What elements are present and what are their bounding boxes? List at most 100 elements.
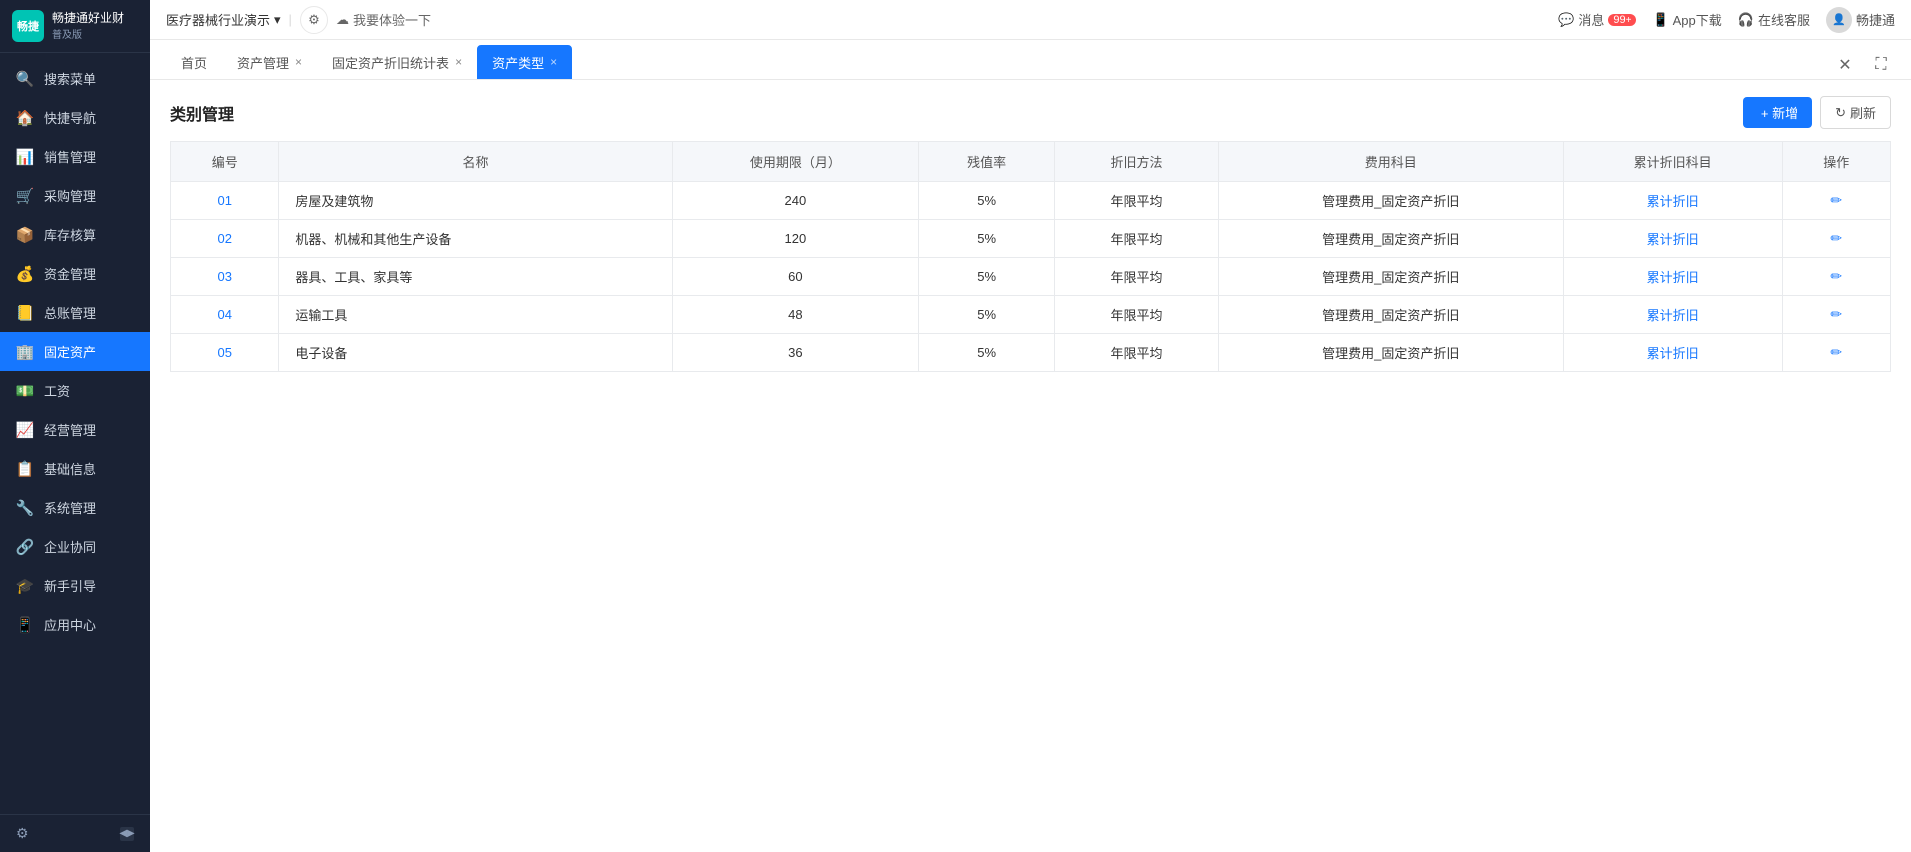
- nav-label-basic-info: 基础信息: [44, 459, 96, 478]
- sidebar-item-fixed-assets[interactable]: 🏢 固定资产: [0, 332, 150, 371]
- row-accumulated: 累计折旧: [1563, 258, 1782, 296]
- edit-icon[interactable]: ✏: [1830, 230, 1842, 246]
- sidebar-item-search[interactable]: 🔍 搜索菜单: [0, 59, 150, 98]
- tab-close-asset-mgmt[interactable]: ×: [295, 55, 302, 69]
- tab-close-asset-type[interactable]: ×: [550, 55, 557, 69]
- sidebar-item-system[interactable]: 🔧 系统管理: [0, 488, 150, 527]
- nav-icon-purchase: 🛒: [16, 187, 34, 205]
- nav-icon-app-center: 📱: [16, 616, 34, 634]
- nav-label-capital: 资金管理: [44, 264, 96, 283]
- th-累计折旧科目: 累计折旧科目: [1563, 142, 1782, 182]
- nav-label-payroll: 工资: [44, 381, 70, 400]
- collapse-icon[interactable]: ◀▶: [120, 827, 134, 841]
- row-operation[interactable]: ✏: [1782, 334, 1890, 372]
- tab-asset-type[interactable]: 资产类型×: [477, 45, 572, 79]
- refresh-button[interactable]: ↻ 刷新: [1820, 96, 1891, 129]
- table-head: 编号名称使用期限（月）残值率折旧方法费用科目累计折旧科目操作: [171, 142, 1891, 182]
- tab-label-home: 首页: [181, 53, 207, 72]
- nav-label-fixed-assets: 固定资产: [44, 342, 96, 361]
- tab-label-asset-mgmt: 资产管理: [237, 53, 289, 72]
- row-name: 机器、机械和其他生产设备: [279, 220, 672, 258]
- tab-asset-mgmt[interactable]: 资产管理 ×: [222, 45, 317, 79]
- row-method: 年限平均: [1055, 296, 1219, 334]
- tab-depreciation-table[interactable]: 固定资产折旧统计表 ×: [317, 45, 477, 79]
- topbar: 医疗器械行业演示 ▾ | ⚙ ☁ 我要体验一下 💬 消息 99+ 📱: [150, 0, 1911, 40]
- sidebar-item-operations[interactable]: 📈 经营管理: [0, 410, 150, 449]
- row-expense: 管理费用_固定资产折旧: [1218, 334, 1563, 372]
- th-折旧方法: 折旧方法: [1055, 142, 1219, 182]
- th-费用科目: 费用科目: [1218, 142, 1563, 182]
- tab-label-depreciation-table: 固定资产折旧统计表: [332, 53, 449, 72]
- message-action[interactable]: 💬 消息 99+: [1558, 10, 1636, 29]
- sidebar-item-purchase[interactable]: 🛒 采购管理: [0, 176, 150, 215]
- row-operation[interactable]: ✏: [1782, 296, 1890, 334]
- row-operation[interactable]: ✏: [1782, 258, 1890, 296]
- new-button[interactable]: + 新增: [1743, 97, 1812, 128]
- row-residual: 5%: [919, 296, 1055, 334]
- user-action[interactable]: 👤 畅捷通: [1826, 7, 1895, 33]
- sidebar-item-capital[interactable]: 💰 资金管理: [0, 254, 150, 293]
- nav-label-enterprise: 企业协同: [44, 537, 96, 556]
- sidebar-item-basic-info[interactable]: 📋 基础信息: [0, 449, 150, 488]
- sidebar-item-inventory[interactable]: 📦 库存核算: [0, 215, 150, 254]
- app-download-action[interactable]: 📱 App下载: [1652, 10, 1721, 29]
- sidebar-item-tutorial[interactable]: 🎓 新手引导: [0, 566, 150, 605]
- chevron-down-icon: ▾: [274, 12, 281, 28]
- sidebar-item-app-center[interactable]: 📱 应用中心: [0, 605, 150, 644]
- row-name: 电子设备: [279, 334, 672, 372]
- nav-icon-capital: 💰: [16, 265, 34, 283]
- row-expense: 管理费用_固定资产折旧: [1218, 296, 1563, 334]
- table-body: 01 房屋及建筑物 240 5% 年限平均 管理费用_固定资产折旧 累计折旧 ✏…: [171, 182, 1891, 372]
- sidebar-item-payroll[interactable]: 💵 工资: [0, 371, 150, 410]
- nav-label-quick-nav: 快捷导航: [44, 108, 96, 127]
- nav-icon-payroll: 💵: [16, 382, 34, 400]
- row-expense: 管理费用_固定资产折旧: [1218, 182, 1563, 220]
- edit-icon[interactable]: ✏: [1830, 306, 1842, 322]
- row-method: 年限平均: [1055, 182, 1219, 220]
- row-code: 03: [171, 258, 279, 296]
- table-row: 05 电子设备 36 5% 年限平均 管理费用_固定资产折旧 累计折旧 ✏: [171, 334, 1891, 372]
- sidebar-item-ledger[interactable]: 📒 总账管理: [0, 293, 150, 332]
- message-label: 消息: [1578, 10, 1604, 29]
- expand-icon[interactable]: ⛶: [1867, 51, 1895, 79]
- edit-icon[interactable]: ✏: [1830, 192, 1842, 208]
- logo-sub: 普及版: [52, 26, 124, 41]
- nav-label-system: 系统管理: [44, 498, 96, 517]
- refresh-icon: ↻: [1835, 105, 1846, 121]
- th-残值率: 残值率: [919, 142, 1055, 182]
- industry-selector[interactable]: 医疗器械行业演示 ▾: [166, 10, 281, 29]
- settings-icon[interactable]: ⚙: [16, 825, 29, 842]
- row-operation[interactable]: ✏: [1782, 220, 1890, 258]
- sidebar-item-enterprise[interactable]: 🔗 企业协同: [0, 527, 150, 566]
- logo: 畅捷 畅捷通好业财 普及版: [0, 0, 150, 53]
- sidebar: 畅捷 畅捷通好业财 普及版 🔍 搜索菜单 🏠 快捷导航 📊 销售管理 🛒 采购管…: [0, 0, 150, 852]
- row-operation[interactable]: ✏: [1782, 182, 1890, 220]
- experience-button[interactable]: ☁ 我要体验一下: [336, 10, 431, 29]
- topbar-right: 💬 消息 99+ 📱 App下载 🎧 在线客服 👤 畅捷通: [1558, 7, 1895, 33]
- sidebar-item-quick-nav[interactable]: 🏠 快捷导航: [0, 98, 150, 137]
- phone-icon: 📱: [1652, 12, 1668, 28]
- message-badge: 99+: [1608, 14, 1636, 26]
- row-accumulated: 累计折旧: [1563, 182, 1782, 220]
- sidebar-nav: 🔍 搜索菜单 🏠 快捷导航 📊 销售管理 🛒 采购管理 📦 库存核算 💰 资金管…: [0, 53, 150, 814]
- row-period: 60: [672, 258, 919, 296]
- sidebar-item-sales[interactable]: 📊 销售管理: [0, 137, 150, 176]
- row-period: 120: [672, 220, 919, 258]
- gear-button[interactable]: ⚙: [300, 6, 328, 34]
- table-row: 04 运输工具 48 5% 年限平均 管理费用_固定资产折旧 累计折旧 ✏: [171, 296, 1891, 334]
- tab-home[interactable]: 首页: [166, 45, 222, 79]
- service-icon: 🎧: [1738, 12, 1754, 28]
- th-使用期限（月）: 使用期限（月）: [672, 142, 919, 182]
- row-period: 240: [672, 182, 919, 220]
- table-row: 03 器具、工具、家具等 60 5% 年限平均 管理费用_固定资产折旧 累计折旧…: [171, 258, 1891, 296]
- tab-close-depreciation-table[interactable]: ×: [455, 55, 462, 69]
- row-accumulated: 累计折旧: [1563, 220, 1782, 258]
- row-code: 05: [171, 334, 279, 372]
- cloud-icon: ☁: [336, 12, 349, 28]
- divider: |: [289, 12, 292, 27]
- close-window-icon[interactable]: ✕: [1831, 51, 1859, 79]
- edit-icon[interactable]: ✏: [1830, 344, 1842, 360]
- edit-icon[interactable]: ✏: [1830, 268, 1842, 284]
- industry-label: 医疗器械行业演示: [166, 10, 270, 29]
- customer-service-action[interactable]: 🎧 在线客服: [1738, 10, 1810, 29]
